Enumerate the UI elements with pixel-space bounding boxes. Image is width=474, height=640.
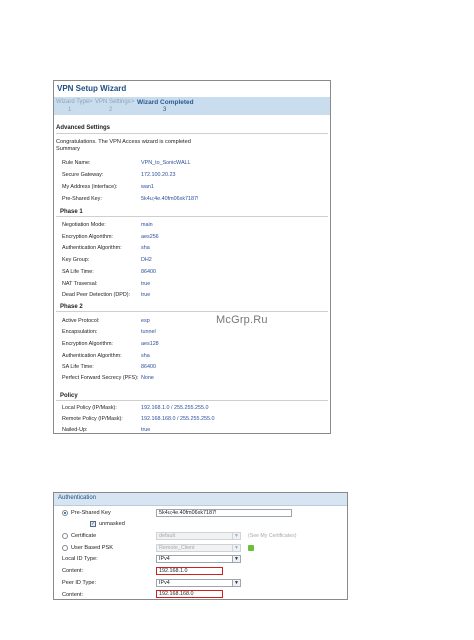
row-label: Nailed-Up: [62, 427, 88, 433]
encryption-algorithm-value: aes256 [141, 234, 159, 240]
row-label: Rule Name: [62, 160, 91, 166]
sa-life-time-value: 86400 [141, 269, 156, 275]
peer-id-type-select[interactable]: IPv4 ▼ [156, 579, 241, 587]
certificate-select-value: default [159, 533, 176, 539]
step-wizard-completed: Wizard Completed [137, 99, 194, 106]
pfs-value: None [141, 375, 154, 381]
policy-heading: Policy [60, 393, 78, 399]
advanced-settings-heading: Advanced Settings [56, 125, 111, 131]
step-number-active: 3 [163, 107, 167, 113]
authentication-header: Authentication [54, 493, 347, 506]
rule-name-value: VPN_to_SonicWALL [141, 160, 191, 166]
local-policy-value: 192.168.1.0 / 255.255.255.0 [141, 405, 209, 411]
completion-text: Congratulations. The VPN Access wizard i… [56, 139, 191, 145]
row-label: SA Life Time: [62, 269, 94, 275]
chevron-down-icon: ▼ [232, 580, 240, 586]
chevron-down-icon: ▼ [232, 556, 240, 562]
user-based-psk-select[interactable]: Remote_Client ▼ [156, 544, 241, 552]
row-label: Authentication Algorithm: [62, 245, 122, 251]
vpn-setup-wizard-panel: VPN Setup Wizard Wizard Type > VPN Setti… [53, 80, 331, 434]
pre-shared-key-radio[interactable] [62, 510, 68, 516]
watermark: McGrp.Ru [216, 314, 268, 326]
chevron-down-icon: ▼ [232, 545, 240, 551]
peer-id-type-label: Peer ID Type: [62, 580, 97, 586]
row-label: Negotiation Mode: [62, 222, 106, 228]
step-vpn-settings[interactable]: VPN Settings [95, 99, 131, 105]
certificate-label: Certificate [71, 533, 97, 539]
peer-content-label: Content: [62, 592, 84, 598]
see-my-certificates-link[interactable]: (See My Certificates) [248, 533, 296, 539]
row-label: Secure Gateway: [62, 172, 104, 178]
row-label: NAT Traversal: [62, 281, 98, 287]
row-label: Key Group: [62, 257, 90, 263]
wizard-steps-bar: Wizard Type > VPN Settings > Wizard Comp… [54, 97, 330, 115]
local-id-type-label: Local ID Type: [62, 556, 98, 562]
add-user-icon[interactable] [248, 545, 254, 551]
row-label: Local Policy (IP/Mask): [62, 405, 117, 411]
peer-content-input[interactable]: 192.168.168.0 [156, 590, 223, 598]
step-number: 2 [109, 107, 113, 113]
divider [56, 216, 328, 217]
row-label: Pre-Shared Key: [62, 196, 102, 202]
row-label: My Address (interface): [62, 184, 118, 190]
divider [56, 400, 328, 401]
negotiation-mode-value: main [141, 222, 153, 228]
local-content-input[interactable]: 192.168.1.0 [156, 567, 223, 575]
my-address-value: wan1 [141, 184, 154, 190]
nat-traversal-value: true [141, 281, 151, 287]
pre-shared-key-input[interactable]: 5k4u;4e.40fm06xk7187! [156, 509, 292, 517]
user-based-psk-value: Remote_Client [159, 545, 195, 551]
key-group-value: DH2 [141, 257, 152, 263]
unmasked-checkbox[interactable]: ✓ [90, 521, 96, 527]
row-label: Authentication Algorithm: [62, 353, 122, 359]
row-label: Encryption Algorithm: [62, 234, 113, 240]
nailed-up-value: true [141, 427, 151, 433]
pre-shared-key-value: 5k4u;4e.40fm06xk7187! [141, 196, 199, 202]
active-protocol-value: esp [141, 318, 150, 324]
local-id-type-value: IPv4 [159, 556, 170, 562]
secure-gateway-value: 172.100.20.23 [141, 172, 176, 178]
row-label: Encapsulation: [62, 329, 98, 335]
row-label: Remote Policy (IP/Mask): [62, 416, 123, 422]
unmasked-label: unmasked [99, 521, 125, 527]
sa-life-time-value: 86400 [141, 364, 156, 370]
wizard-title: VPN Setup Wizard [57, 84, 127, 93]
step-wizard-type[interactable]: Wizard Type [56, 99, 89, 105]
row-label: Dead Peer Detection (DPD): [62, 292, 131, 298]
authentication-panel: Authentication Pre-Shared Key 5k4u;4e.40… [53, 492, 348, 600]
step-separator: > [89, 99, 93, 105]
divider [56, 311, 328, 312]
phase1-heading: Phase 1 [60, 209, 83, 215]
peer-id-type-value: IPv4 [159, 580, 170, 586]
encapsulation-value: tunnel [141, 329, 156, 335]
certificate-select[interactable]: default ▼ [156, 532, 241, 540]
user-based-psk-label: User Based PSK [71, 545, 113, 551]
phase2-heading: Phase 2 [60, 304, 83, 310]
local-id-type-select[interactable]: IPv4 ▼ [156, 555, 241, 563]
divider [56, 133, 328, 134]
step-separator: > [131, 99, 135, 105]
row-label: Encryption Algorithm: [62, 341, 113, 347]
step-number: 1 [68, 107, 72, 113]
row-label: Active Protocol: [62, 318, 100, 324]
authentication-algorithm-value: sha [141, 353, 150, 359]
certificate-radio[interactable] [62, 533, 68, 539]
user-based-psk-radio[interactable] [62, 545, 68, 551]
chevron-down-icon: ▼ [232, 533, 240, 539]
local-content-label: Content: [62, 568, 84, 574]
dpd-value: true [141, 292, 151, 298]
row-label: SA Life Time: [62, 364, 94, 370]
authentication-algorithm-value: sha [141, 245, 150, 251]
row-label: Perfect Forward Secrecy (PFS): [62, 375, 139, 381]
completion-message: Congratulations. The VPN Access wizard i… [56, 139, 256, 153]
summary-label: Summary [56, 146, 80, 152]
remote-policy-value: 192.168.168.0 / 255.255.255.0 [141, 416, 215, 422]
authentication-title: Authentication [58, 495, 97, 501]
pre-shared-key-label: Pre-Shared Key [71, 510, 111, 516]
encryption-algorithm-value: aes128 [141, 341, 159, 347]
